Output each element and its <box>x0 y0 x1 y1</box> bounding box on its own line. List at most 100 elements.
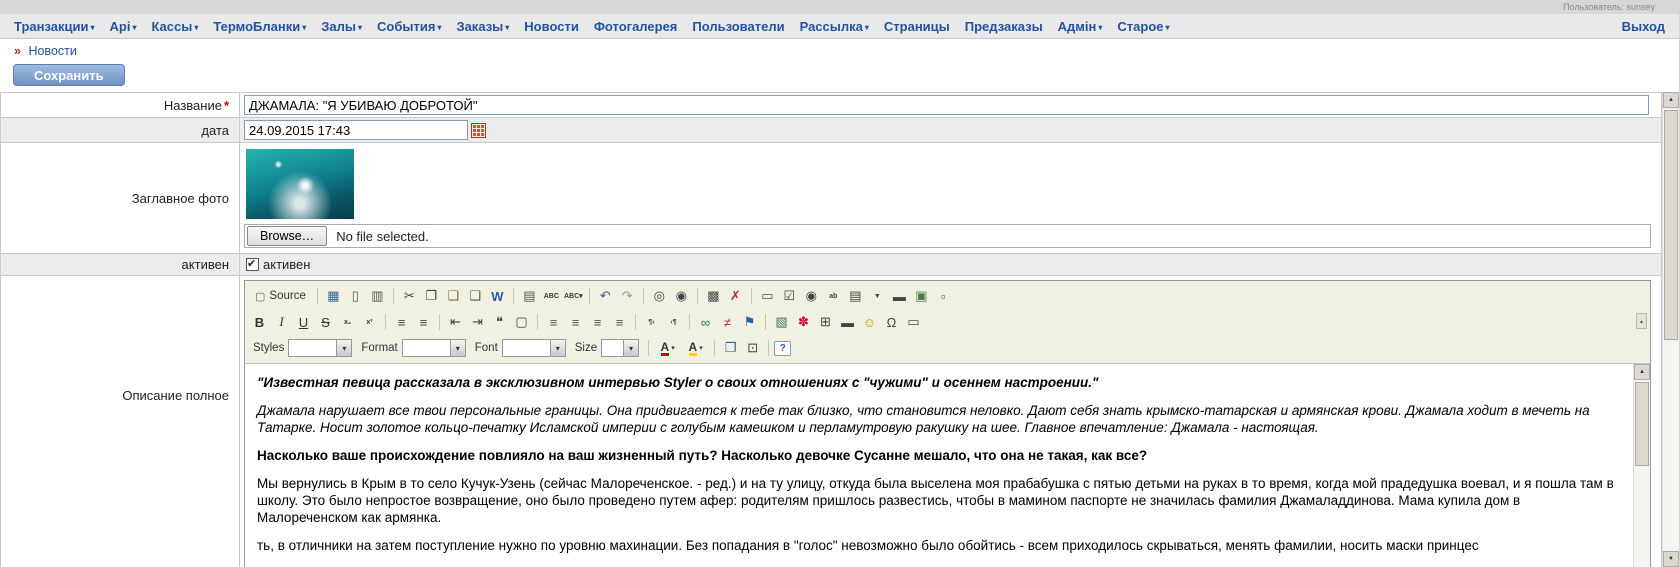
button-icon[interactable]: ▬ <box>889 286 910 306</box>
show-blocks-icon[interactable]: ⊡ <box>742 338 763 358</box>
date-input[interactable] <box>244 120 468 140</box>
page-break-icon[interactable]: ▭ <box>903 312 924 332</box>
nav-item-photo-gallery[interactable]: Фотогалерея <box>594 19 678 34</box>
title-input[interactable] <box>244 95 1649 115</box>
nav-item-thermo-blanks[interactable]: ТермоБланки ▾ <box>213 19 306 34</box>
replace-icon[interactable]: ◉ <box>671 286 692 306</box>
nav-item-events[interactable]: События ▾ <box>377 19 441 34</box>
nav-item-halls[interactable]: Залы ▾ <box>321 19 362 34</box>
nav-item-old[interactable]: Старое ▾ <box>1117 19 1169 34</box>
text-color-icon[interactable]: A ▾ <box>654 338 681 358</box>
nav-item-api[interactable]: Api ▾ <box>110 19 137 34</box>
save-button[interactable]: Сохранить <box>13 64 125 86</box>
breadcrumb-link-news[interactable]: Новости <box>28 44 76 58</box>
redo-icon[interactable]: ↷ <box>617 286 638 306</box>
bold-icon[interactable]: B <box>249 312 270 332</box>
page-scroll-thumb[interactable] <box>1664 110 1678 340</box>
nav-item-mailing[interactable]: Рассылка ▾ <box>800 19 869 34</box>
flash-icon[interactable]: ✽ <box>793 312 814 332</box>
new-page-icon[interactable]: ▯ <box>345 286 366 306</box>
text-field-icon[interactable]: ab <box>823 286 844 306</box>
decrease-indent-icon[interactable]: ⇤ <box>445 312 466 332</box>
source-button[interactable]: ▢ Source <box>249 286 312 306</box>
align-right-icon[interactable]: ≡ <box>587 312 608 332</box>
select-field-icon[interactable]: ▼ <box>867 286 888 306</box>
form-icon[interactable]: ▭ <box>757 286 778 306</box>
subscript-icon[interactable]: x₂ <box>337 312 358 332</box>
hidden-field-icon[interactable]: ▫ <box>933 286 954 306</box>
nav-item-pages[interactable]: Страницы <box>884 19 950 34</box>
superscript-icon[interactable]: x² <box>359 312 380 332</box>
page-scroll-track[interactable] <box>1663 108 1679 551</box>
editor-scrollbar[interactable]: ▲ ▼ <box>1633 364 1650 567</box>
textarea-icon[interactable]: ▤ <box>845 286 866 306</box>
unlink-icon[interactable]: ≠ <box>717 312 738 332</box>
maximize-icon[interactable]: ❒ <box>720 338 741 358</box>
underline-icon[interactable]: U <box>293 312 314 332</box>
find-icon[interactable]: ◎ <box>649 286 670 306</box>
preview-icon[interactable]: ▥ <box>367 286 388 306</box>
editor-scroll-thumb[interactable] <box>1635 382 1649 466</box>
page-scroll-up-button[interactable]: ▲ <box>1663 92 1679 108</box>
radio-button-icon[interactable]: ◉ <box>801 286 822 306</box>
bulleted-list-icon[interactable]: ≡ <box>413 312 434 332</box>
table-icon[interactable]: ⊞ <box>815 312 836 332</box>
nav-item-news[interactable]: Новости <box>524 19 579 34</box>
justify-icon[interactable]: ≡ <box>609 312 630 332</box>
file-input[interactable]: Browse… No file selected. <box>244 224 1651 248</box>
remove-format-icon[interactable]: ✗ <box>725 286 746 306</box>
size-dropdown[interactable]: Size ▾ <box>575 339 640 357</box>
italic-icon[interactable]: I <box>271 312 292 332</box>
div-container-icon[interactable]: ▢ <box>511 312 532 332</box>
image-icon[interactable]: ▧ <box>771 312 792 332</box>
cut-icon[interactable]: ✂ <box>399 286 420 306</box>
editor-content[interactable]: "Известная певица рассказала в эксклюзив… <box>245 364 1633 567</box>
format-dropdown[interactable]: Format ▾ <box>361 339 466 357</box>
editor-scroll-track[interactable] <box>1634 380 1650 567</box>
special-character-icon[interactable]: Ω <box>881 312 902 332</box>
increase-indent-icon[interactable]: ⇥ <box>467 312 488 332</box>
text-direction-ltr-icon[interactable]: ¶› <box>641 312 662 332</box>
dropdown-value[interactable]: ▾ <box>288 339 353 357</box>
background-color-icon[interactable]: A ▾ <box>682 338 709 358</box>
numbered-list-icon[interactable]: ≡ <box>391 312 412 332</box>
dropdown-value[interactable]: ▾ <box>501 339 566 357</box>
align-center-icon[interactable]: ≡ <box>565 312 586 332</box>
paste-icon[interactable]: ❏ <box>443 286 464 306</box>
nav-item-orders[interactable]: Заказы ▾ <box>456 19 509 34</box>
page-scrollbar[interactable]: ▲ ▼ <box>1662 92 1679 567</box>
link-icon[interactable]: ∞ <box>695 312 716 332</box>
paste-from-word-icon[interactable]: W <box>487 286 508 306</box>
select-all-icon[interactable]: ▩ <box>703 286 724 306</box>
nav-item-transactions[interactable]: Транзакции ▾ <box>14 19 95 34</box>
about-icon[interactable]: ? <box>774 340 792 356</box>
page-scroll-down-button[interactable]: ▼ <box>1663 551 1679 567</box>
dropdown-value[interactable]: ▾ <box>401 339 466 357</box>
paste-text-icon[interactable]: ❑ <box>465 286 486 306</box>
copy-icon[interactable]: ❐ <box>421 286 442 306</box>
align-left-icon[interactable]: ≡ <box>543 312 564 332</box>
spell-check-icon[interactable]: ABC <box>541 286 562 306</box>
toolbar-collapse-button[interactable]: ▴ <box>1636 313 1647 329</box>
save-icon[interactable]: ▦ <box>323 286 344 306</box>
print-icon[interactable]: ▤ <box>519 286 540 306</box>
browse-button[interactable]: Browse… <box>247 226 328 246</box>
nav-item-admin[interactable]: Адмін ▾ <box>1058 19 1103 34</box>
image-button-icon[interactable]: ▣ <box>911 286 932 306</box>
strikethrough-icon[interactable]: S <box>315 312 336 332</box>
calendar-icon[interactable] <box>471 122 486 138</box>
dropdown-value[interactable]: ▾ <box>601 339 640 357</box>
spell-check-as-you-type-icon[interactable]: ABC▾ <box>563 286 584 306</box>
logout-link[interactable]: Выход <box>1622 19 1665 34</box>
nav-item-preorders[interactable]: Предзаказы <box>965 19 1043 34</box>
horizontal-rule-icon[interactable]: ▬ <box>837 312 858 332</box>
nav-item-users[interactable]: Пользователи <box>692 19 784 34</box>
text-direction-rtl-icon[interactable]: ‹¶ <box>663 312 684 332</box>
blockquote-icon[interactable]: ❝ <box>489 312 510 332</box>
active-checkbox[interactable] <box>246 257 259 271</box>
styles-dropdown[interactable]: Styles ▾ <box>253 339 353 357</box>
font-dropdown[interactable]: Font ▾ <box>475 339 566 357</box>
anchor-icon[interactable]: ⚑ <box>739 312 760 332</box>
nav-item-cash-desks[interactable]: Кассы ▾ <box>151 19 198 34</box>
checkbox-icon[interactable]: ☑ <box>779 286 800 306</box>
